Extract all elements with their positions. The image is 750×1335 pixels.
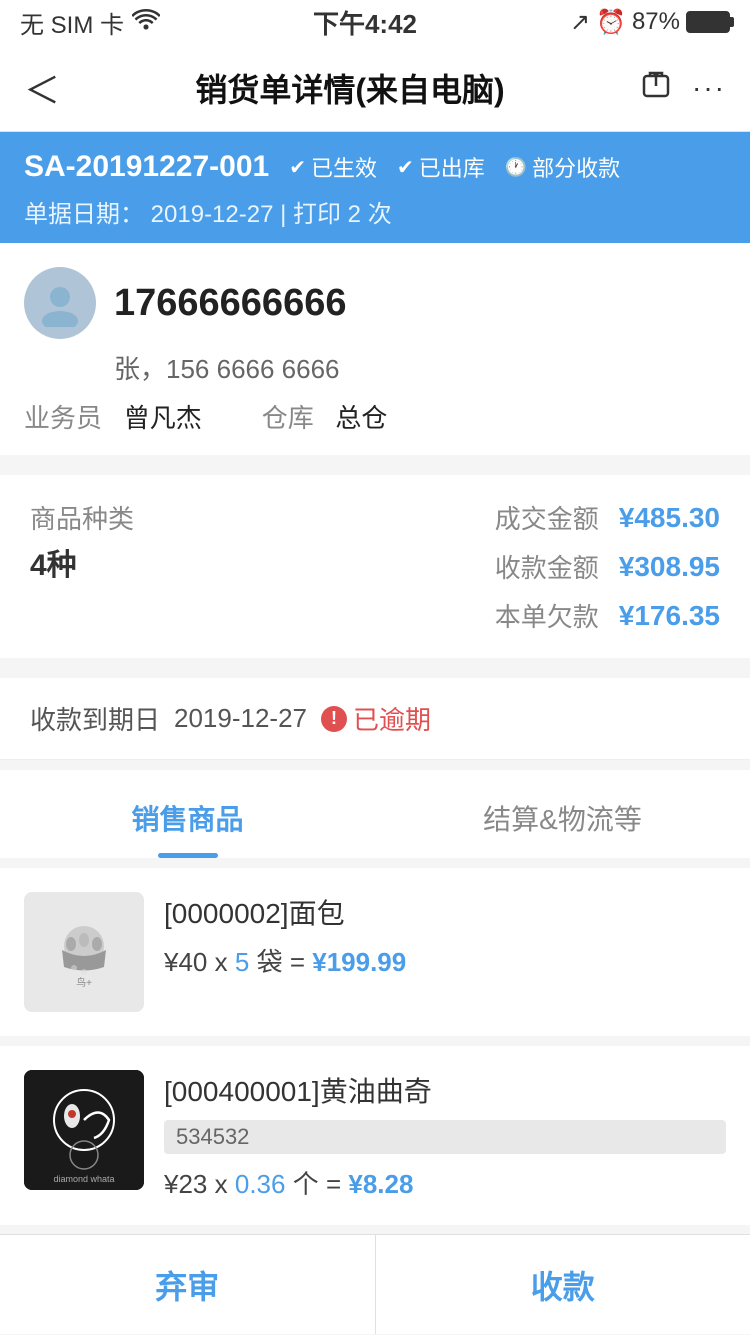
product-thumb-1: 鸟+ (24, 892, 144, 1012)
product-info-1: [0000002]面包 ¥40 x 5 袋 = ¥199.99 (164, 892, 726, 979)
nav-bar: ＜ 销货单详情(来自电脑) ··· (0, 44, 750, 132)
separator-3 (0, 760, 750, 770)
type-count: 4种 (30, 540, 134, 584)
back-button[interactable]: ＜ (24, 62, 60, 114)
nav-actions: ··· (640, 68, 726, 107)
wifi-icon (132, 8, 160, 37)
overdue-text: 已逾期 (353, 700, 431, 737)
product-tag-2: 534532 (164, 1120, 726, 1154)
time-display: 下午4:42 (313, 4, 417, 41)
customer-header: 17666666666 (24, 267, 726, 339)
avatar (24, 267, 96, 339)
order-date-row: 单据日期： 2019-12-27 | 打印 2 次 (24, 194, 726, 229)
status-shipped: ✔ 已出库 (397, 151, 485, 183)
salesperson-meta: 业务员 曾凡杰 (24, 398, 202, 435)
product-price-1: ¥40 x 5 袋 = ¥199.99 (164, 942, 726, 979)
separator-2 (0, 668, 750, 678)
alarm-icon: ⏰ (596, 8, 626, 37)
type-label: 商品种类 (30, 499, 134, 536)
overdue-badge: ! 已逾期 (321, 700, 431, 737)
carrier-text: 无 SIM 卡 (20, 5, 124, 40)
due-date-section: 收款到期日 2019-12-27 ! 已逾期 (0, 678, 750, 760)
order-id: SA-20191227-001 (24, 150, 269, 184)
status-active: ✔ 已生效 (289, 151, 377, 183)
svg-text:鸟+: 鸟+ (76, 976, 92, 989)
product-price-2: ¥23 x 0.36 个 = ¥8.28 (164, 1164, 726, 1201)
status-partial-payment: 🕐 部分收款 (505, 151, 620, 183)
product-name-2: [000400001]黄油曲奇 (164, 1070, 726, 1110)
abandon-review-button[interactable]: 弃审 (0, 1235, 376, 1334)
product-info-2: [000400001]黄油曲奇 534532 ¥23 x 0.36 个 = ¥8… (164, 1070, 726, 1201)
tab-settlement-logistics[interactable]: 结算&物流等 (375, 770, 750, 858)
customer-meta: 业务员 曾凡杰 仓库 总仓 (24, 398, 726, 435)
tab-sales-products[interactable]: 销售商品 (0, 770, 375, 858)
overdue-dot-icon: ! (321, 706, 347, 732)
debt-amount-row: 本单欠款 ¥176.35 (495, 597, 720, 634)
product-list: 鸟+ [0000002]面包 ¥40 x 5 袋 = ¥199.99 (0, 868, 750, 1225)
battery-percent: 87% (632, 8, 680, 36)
summary-left: 商品种类 4种 (30, 499, 134, 584)
deal-amount-row: 成交金额 ¥485.30 (495, 499, 720, 536)
share-button[interactable] (640, 68, 672, 107)
due-date-value: 2019-12-27 (174, 703, 307, 734)
svg-text:diamond whata: diamond whata (53, 1174, 114, 1184)
battery-icon (686, 11, 730, 33)
due-date-label: 收款到期日 (30, 700, 160, 737)
product-item-2: diamond whata [000400001]黄油曲奇 534532 ¥23… (0, 1046, 750, 1225)
check-icon: ✔ (289, 155, 306, 180)
status-left: 无 SIM 卡 (20, 5, 160, 40)
status-bar: 无 SIM 卡 下午4:42 ↗ ⏰ 87% (0, 0, 750, 44)
summary-right: 成交金额 ¥485.30 收款金额 ¥308.95 本单欠款 ¥176.35 (495, 499, 720, 634)
page-title: 销货单详情(来自电脑) (195, 65, 504, 111)
order-summary: 商品种类 4种 成交金额 ¥485.30 收款金额 ¥308.95 本单欠款 ¥… (0, 475, 750, 658)
location-icon: ↗ (570, 8, 590, 37)
received-amount-row: 收款金额 ¥308.95 (495, 548, 720, 585)
collect-payment-button[interactable]: 收款 (376, 1235, 750, 1334)
customer-phone: 17666666666 (114, 282, 346, 325)
status-right: ↗ ⏰ 87% (570, 8, 730, 37)
more-button[interactable]: ··· (692, 72, 726, 104)
separator-1 (0, 465, 750, 475)
check-icon-2: ✔ (397, 155, 414, 180)
product-name-1: [0000002]面包 (164, 892, 726, 932)
warehouse-meta: 仓库 总仓 (262, 398, 388, 435)
product-item-1: 鸟+ [0000002]面包 ¥40 x 5 袋 = ¥199.99 (0, 868, 750, 1036)
bottom-bar: 弃审 收款 (0, 1234, 750, 1334)
customer-section: 17666666666 张，156 6666 6666 业务员 曾凡杰 仓库 总… (0, 243, 750, 455)
product-tabs: 销售商品 结算&物流等 (0, 770, 750, 858)
order-header-band: SA-20191227-001 ✔ 已生效 ✔ 已出库 🕐 部分收款 单据日期：… (0, 132, 750, 243)
clock-icon: 🕐 (505, 157, 527, 178)
product-thumb-2: diamond whata (24, 1070, 144, 1190)
customer-sub-info: 张，156 6666 6666 (114, 349, 726, 386)
